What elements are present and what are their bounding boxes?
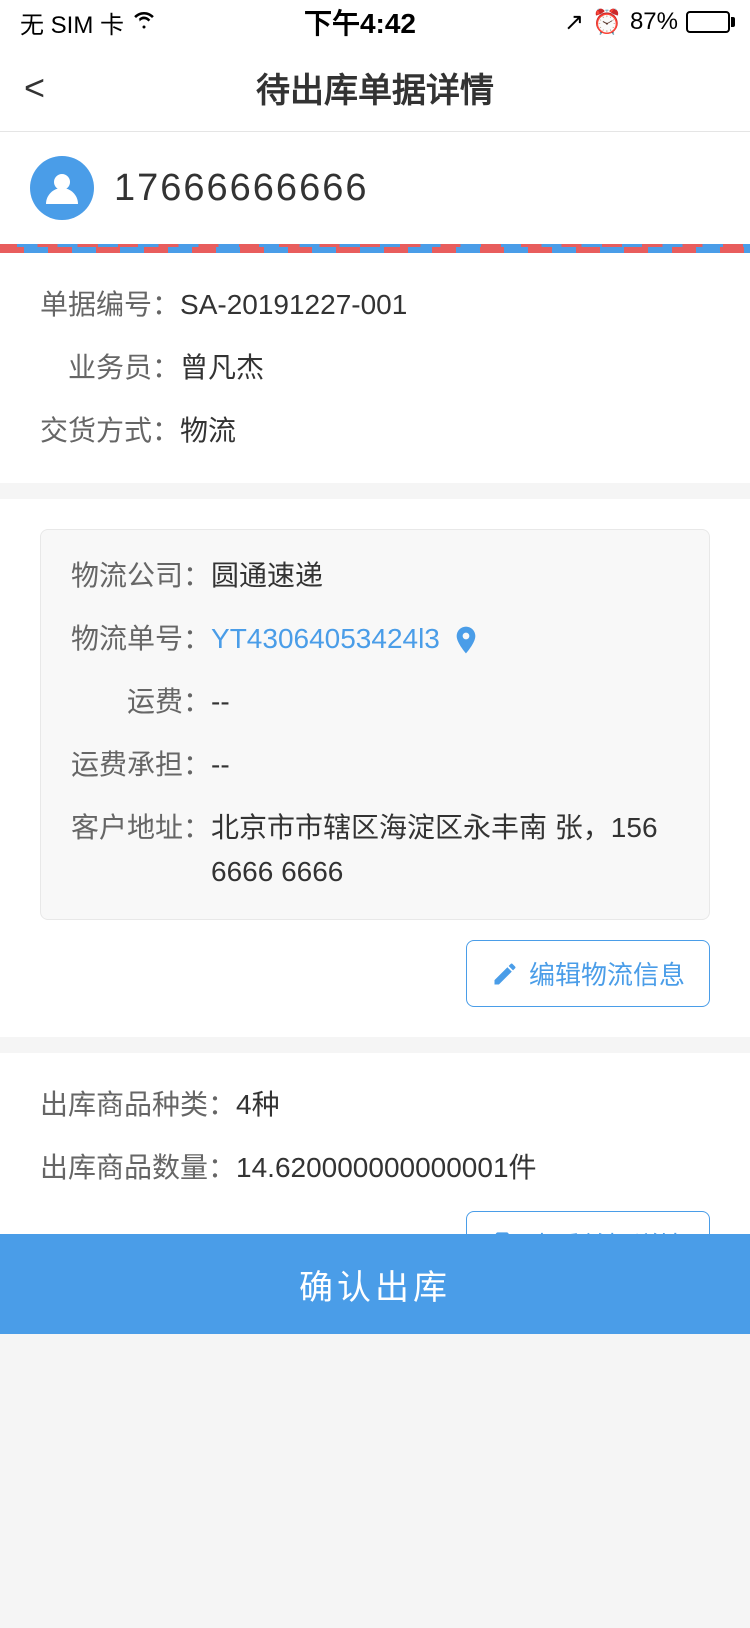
freight-label: 运费：	[71, 680, 211, 725]
logistics-company-row: 物流公司： 圆通速递	[71, 554, 679, 599]
location-icon: ↗	[564, 8, 584, 37]
page-title: 待出库单据详情	[256, 63, 494, 112]
delivery-method-row: 交货方式： 物流	[40, 409, 710, 454]
document-number-value: SA-20191227-001	[180, 283, 710, 328]
status-bar: 无 SIM 卡 下午4:42 ↗ ⏰ 87%	[0, 0, 750, 44]
status-left: 无 SIM 卡	[20, 5, 156, 40]
edit-logistics-label: 编辑物流信息	[529, 955, 685, 992]
salesman-label: 业务员：	[40, 346, 180, 391]
goods-quantity-row: 出库商品数量： 14.620000000000001件	[40, 1146, 710, 1191]
map-pin-icon[interactable]	[450, 624, 482, 656]
address-value: 北京市市辖区海淀区永丰南 张，156 6666 6666	[211, 806, 679, 896]
battery-icon	[686, 11, 730, 33]
confirm-bar[interactable]: 确认出库	[0, 1234, 750, 1334]
goods-quantity-label: 出库商品数量：	[40, 1146, 236, 1191]
status-time: 下午4:42	[304, 2, 416, 42]
logistics-tracking-value: YT43064053424l3	[211, 617, 679, 662]
status-right: ↗ ⏰ 87%	[564, 8, 730, 37]
edit-logistics-button[interactable]: 编辑物流信息	[466, 940, 710, 1007]
bottom-empty	[0, 1308, 750, 1508]
logistics-company-label: 物流公司：	[71, 554, 211, 599]
wifi-icon	[132, 8, 156, 36]
logistics-company-value: 圆通速递	[211, 554, 679, 599]
goods-type-value: 4种	[236, 1083, 710, 1128]
header-card: 17666666666	[0, 132, 750, 247]
basic-info-section: 单据编号： SA-20191227-001 业务员： 曾凡杰 交货方式： 物流	[0, 253, 750, 483]
alarm-icon: ⏰	[592, 8, 622, 37]
delivery-method-label: 交货方式：	[40, 409, 180, 454]
salesman-value: 曾凡杰	[180, 346, 710, 391]
tracking-number-text: YT43064053424l3	[211, 617, 440, 662]
avatar	[30, 156, 94, 220]
freight-bearer-row: 运费承担： --	[71, 743, 679, 788]
confirm-button-text: 确认出库	[299, 1260, 451, 1309]
back-button[interactable]: <	[24, 67, 45, 109]
document-number-row: 单据编号： SA-20191227-001	[40, 283, 710, 328]
nav-bar: < 待出库单据详情	[0, 44, 750, 132]
logistics-tracking-row: 物流单号： YT43064053424l3	[71, 617, 679, 662]
freight-bearer-value: --	[211, 743, 679, 788]
salesman-row: 业务员： 曾凡杰	[40, 346, 710, 391]
logistics-section: 物流公司： 圆通速递 物流单号： YT43064053424l3 运费： -- …	[0, 499, 750, 1037]
separator-2	[0, 1037, 750, 1053]
freight-bearer-label: 运费承担：	[71, 743, 211, 788]
edit-icon	[491, 960, 519, 988]
phone-number: 17666666666	[114, 167, 368, 210]
goods-quantity-value: 14.620000000000001件	[236, 1146, 710, 1191]
address-row: 客户地址： 北京市市辖区海淀区永丰南 张，156 6666 6666	[71, 806, 679, 896]
freight-value: --	[211, 680, 679, 725]
address-label: 客户地址：	[71, 806, 211, 851]
logistics-tracking-label: 物流单号：	[71, 617, 211, 662]
separator-1	[0, 483, 750, 499]
delivery-method-value: 物流	[180, 409, 710, 454]
document-number-label: 单据编号：	[40, 283, 180, 328]
carrier-text: 无 SIM 卡	[20, 5, 124, 40]
freight-row: 运费： --	[71, 680, 679, 725]
goods-type-row: 出库商品种类： 4种	[40, 1083, 710, 1128]
logistics-inner-card: 物流公司： 圆通速递 物流单号： YT43064053424l3 运费： -- …	[40, 529, 710, 920]
goods-type-label: 出库商品种类：	[40, 1083, 236, 1128]
user-icon	[42, 168, 82, 208]
battery-percent: 87%	[630, 8, 678, 36]
edit-btn-row: 编辑物流信息	[40, 940, 710, 1007]
main-content: 17666666666 单据编号： SA-20191227-001 业务员： 曾…	[0, 132, 750, 1628]
